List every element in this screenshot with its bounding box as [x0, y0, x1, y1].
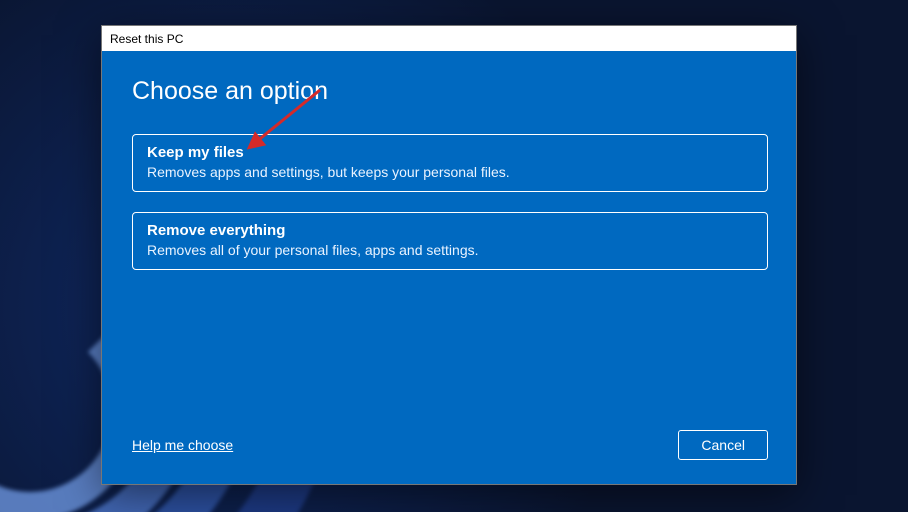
window-title: Reset this PC	[110, 32, 183, 46]
options-list: Keep my files Removes apps and settings,…	[132, 134, 768, 270]
option-remove-everything[interactable]: Remove everything Removes all of your pe…	[132, 212, 768, 270]
dialog-content: Choose an option Keep my files Removes a…	[102, 51, 796, 484]
page-heading: Choose an option	[132, 77, 768, 106]
option-title: Remove everything	[147, 222, 753, 239]
reset-pc-dialog: Reset this PC Choose an option Keep my f…	[101, 25, 797, 485]
cancel-button[interactable]: Cancel	[678, 430, 768, 460]
option-title: Keep my files	[147, 144, 753, 161]
option-description: Removes apps and settings, but keeps you…	[147, 164, 753, 180]
option-keep-my-files[interactable]: Keep my files Removes apps and settings,…	[132, 134, 768, 192]
help-me-choose-link[interactable]: Help me choose	[132, 437, 233, 453]
window-titlebar: Reset this PC	[102, 26, 796, 51]
option-description: Removes all of your personal files, apps…	[147, 242, 753, 258]
dialog-footer: Help me choose Cancel	[132, 430, 768, 464]
